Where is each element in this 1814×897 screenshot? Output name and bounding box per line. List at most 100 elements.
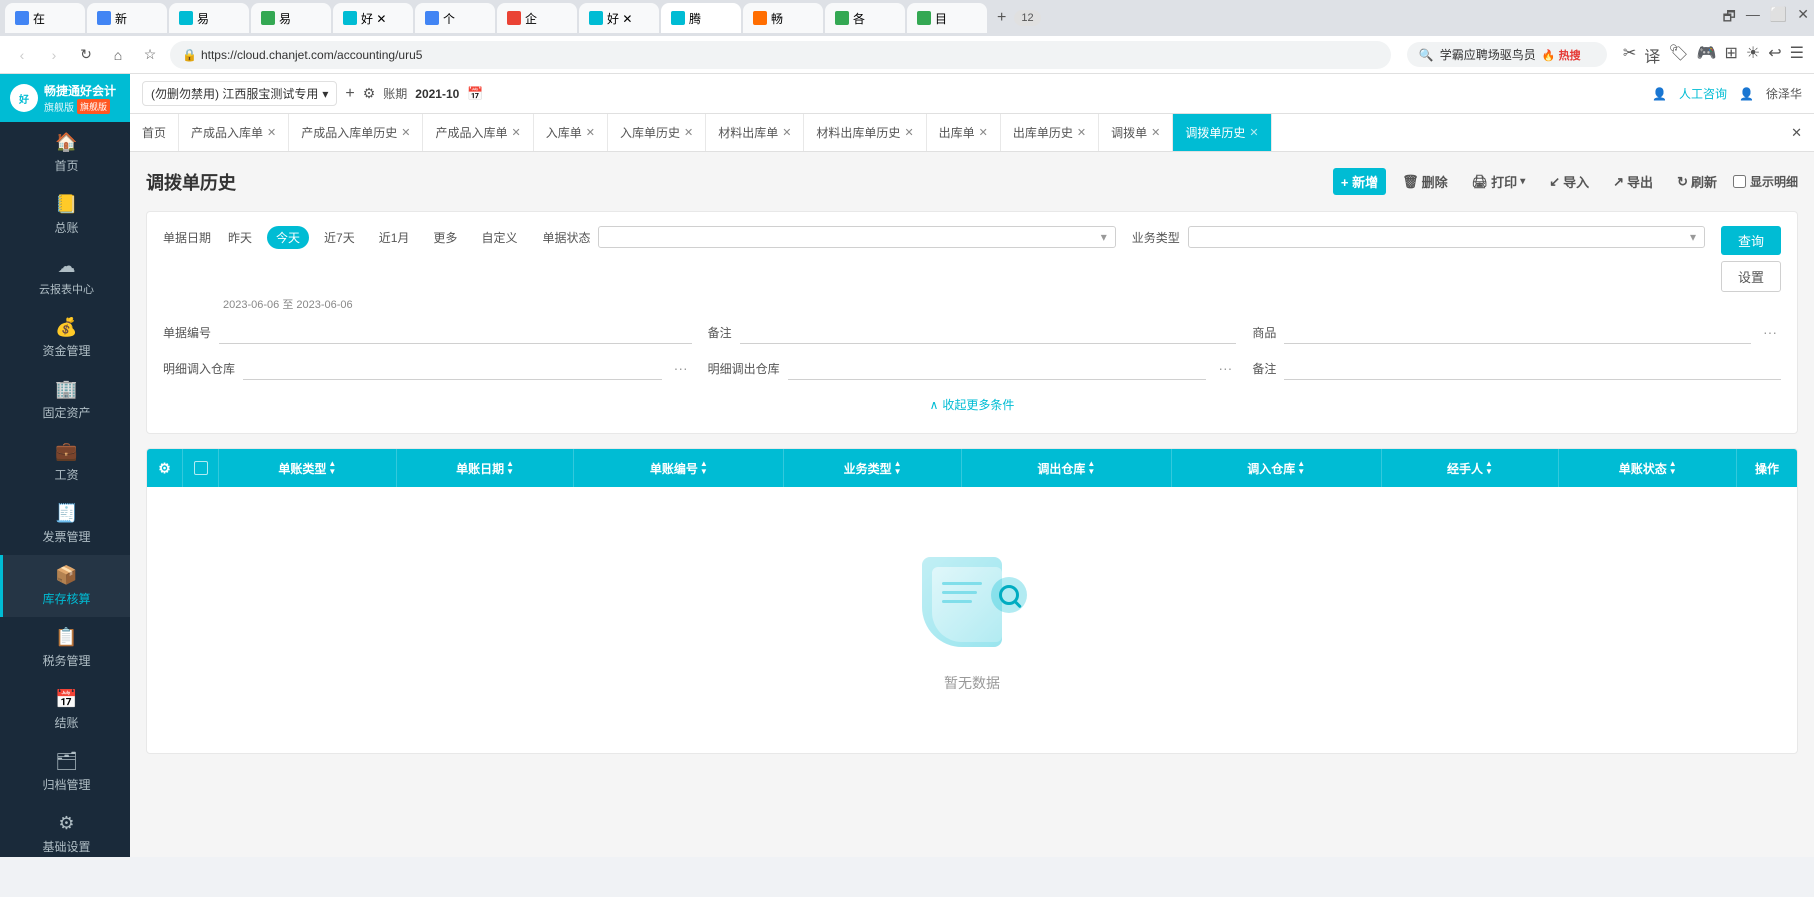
page-tab-mat-out-hist[interactable]: 材料出库单历史 ✕ — [804, 114, 926, 152]
game-icon[interactable]: 🎮 — [1697, 43, 1717, 67]
date-btn-more[interactable]: 更多 — [424, 226, 466, 249]
address-bar[interactable]: 🔒 https://cloud.chanjet.com/accounting/u… — [170, 41, 1391, 69]
browser-tab-2[interactable]: 新 — [87, 3, 167, 33]
scissors-icon[interactable]: ✂ — [1623, 43, 1636, 67]
th-date[interactable]: 单账日期 ▲▼ — [397, 449, 575, 487]
page-tab-mat-out[interactable]: 材料出库单 ✕ — [706, 114, 804, 152]
new-tab-button[interactable]: + — [997, 9, 1006, 27]
page-tab-in-order-hist[interactable]: 入库单历史 ✕ — [608, 114, 706, 152]
refresh-nav-button[interactable]: ↻ — [74, 43, 98, 67]
page-tab-product-in2[interactable]: 产成品入库单 ✕ — [423, 114, 533, 152]
home-nav-button[interactable]: ⌂ — [106, 43, 130, 67]
browser-tab-12[interactable]: 目 — [907, 3, 987, 33]
sidebar-item-closing[interactable]: 📅 结账 — [0, 679, 130, 741]
sidebar-item-assets[interactable]: 🏢 固定资产 — [0, 369, 130, 431]
browser-tab-4[interactable]: 易 — [251, 3, 331, 33]
docno-input[interactable] — [219, 320, 692, 344]
browser-tab-6[interactable]: 个 — [415, 3, 495, 33]
date-btn-today[interactable]: 今天 — [267, 226, 309, 249]
display-toggle[interactable]: 显示明细 — [1733, 173, 1798, 190]
query-button[interactable]: 查询 — [1721, 226, 1781, 255]
close-product-in-tab[interactable]: ✕ — [267, 126, 276, 139]
brightness-icon[interactable]: ☀ — [1746, 43, 1760, 67]
page-tab-home[interactable]: 首页 — [130, 114, 179, 152]
th-settings[interactable]: ⚙ — [147, 449, 183, 487]
star-button[interactable]: ☆ — [138, 43, 162, 67]
company-settings-icon[interactable]: ⚙ — [363, 85, 376, 102]
page-tab-product-in-hist[interactable]: 产成品入库单历史 ✕ — [289, 114, 423, 152]
close-transfer-tab[interactable]: ✕ — [1151, 126, 1160, 139]
support-text[interactable]: 人工咨询 — [1679, 85, 1727, 102]
goods-input[interactable] — [1284, 320, 1751, 344]
close-product-in-hist-tab[interactable]: ✕ — [401, 126, 410, 139]
date-btn-7days[interactable]: 近7天 — [315, 226, 364, 249]
sidebar-item-settings[interactable]: ⚙ 基础设置 — [0, 803, 130, 857]
restore-button[interactable]: 🗗 — [1723, 6, 1736, 30]
close-mat-out-hist-tab[interactable]: ✕ — [904, 126, 913, 139]
from-wh-input[interactable] — [243, 356, 662, 380]
forward-button[interactable]: › — [42, 43, 66, 67]
th-status[interactable]: 单账状态 ▲▼ — [1559, 449, 1737, 487]
translate-icon[interactable]: 译 — [1644, 43, 1660, 67]
new-button[interactable]: + 新增 — [1333, 168, 1386, 195]
browser-tab-7[interactable]: 企 — [497, 3, 577, 33]
collapse-button[interactable]: ∧ 收起更多条件 — [924, 390, 1021, 419]
page-tab-product-in[interactable]: 产成品入库单 ✕ — [179, 114, 289, 152]
sidebar-item-report[interactable]: ☁ 云报表中心 — [0, 246, 130, 307]
minimize-button[interactable]: — — [1746, 6, 1760, 30]
undo-icon[interactable]: ↩ — [1768, 43, 1781, 67]
th-from-wh[interactable]: 调出仓库 ▲▼ — [962, 449, 1172, 487]
maximize-button[interactable]: ⬜ — [1770, 6, 1787, 30]
goods-dots-button[interactable]: ··· — [1759, 324, 1781, 340]
th-number[interactable]: 单账编号 ▲▼ — [574, 449, 784, 487]
close-in-order-hist-tab[interactable]: ✕ — [684, 126, 693, 139]
to-wh-dots-button[interactable]: ··· — [1214, 360, 1236, 376]
tab-nav-close[interactable]: ✕ — [1779, 125, 1814, 141]
sidebar-item-home[interactable]: 🏠 首页 — [0, 122, 130, 184]
date-btn-1month[interactable]: 近1月 — [370, 226, 419, 249]
sidebar-item-archive[interactable]: 🗂 归档管理 — [0, 741, 130, 803]
refresh-button[interactable]: ↻ 刷新 — [1669, 168, 1725, 195]
th-handler[interactable]: 经手人 ▲▼ — [1382, 449, 1560, 487]
import-button[interactable]: ↙ 导入 — [1541, 168, 1597, 195]
calendar-icon[interactable]: 📅 — [467, 86, 483, 102]
display-toggle-checkbox[interactable] — [1733, 175, 1746, 188]
browser-tab-5[interactable]: 好 ✕ — [333, 3, 413, 33]
biztype-dropdown[interactable]: ▾ — [1188, 226, 1705, 248]
delete-button[interactable]: 🗑 删除 — [1394, 168, 1456, 195]
sidebar-item-ledger[interactable]: 📒 总账 — [0, 184, 130, 246]
settings-button[interactable]: 设置 — [1721, 261, 1781, 292]
browser-tab-8[interactable]: 好 ✕ — [579, 3, 659, 33]
browser-tab-1[interactable]: 在 — [5, 3, 85, 33]
company-selector[interactable]: (勿删勿禁用) 江西服宝测试专用 ▾ — [142, 81, 337, 106]
browser-tab-9[interactable]: 腾 — [661, 3, 741, 33]
browser-tab-11[interactable]: 各 — [825, 3, 905, 33]
close-product-in2-tab[interactable]: ✕ — [512, 126, 521, 139]
sidebar-item-invoice[interactable]: 🧾 发票管理 — [0, 493, 130, 555]
th-to-wh[interactable]: 调入仓库 ▲▼ — [1172, 449, 1382, 487]
page-tab-in-order[interactable]: 入库单 ✕ — [534, 114, 608, 152]
sidebar-item-stock[interactable]: 📦 库存核算 — [0, 555, 130, 617]
close-in-order-tab[interactable]: ✕ — [586, 126, 595, 139]
remark2-input[interactable] — [1284, 356, 1781, 380]
page-tab-out-order[interactable]: 出库单 ✕ — [927, 114, 1001, 152]
menu-icon[interactable]: ☰ — [1790, 43, 1804, 67]
th-biztype[interactable]: 业务类型 ▲▼ — [784, 449, 962, 487]
browser-tab-10[interactable]: 畅 — [743, 3, 823, 33]
status-dropdown[interactable]: ▾ — [598, 226, 1115, 248]
browser-tab-3[interactable]: 易 — [169, 3, 249, 33]
add-company-button[interactable]: + — [345, 85, 354, 103]
th-type[interactable]: 单账类型 ▲▼ — [219, 449, 397, 487]
sidebar-item-funds[interactable]: 💰 资金管理 — [0, 307, 130, 369]
date-btn-yesterday[interactable]: 昨天 — [219, 226, 261, 249]
th-checkbox[interactable] — [183, 449, 219, 487]
close-mat-out-tab[interactable]: ✕ — [782, 126, 791, 139]
from-wh-dots-button[interactable]: ··· — [670, 360, 692, 376]
coupon-icon[interactable]: 🏷 — [1668, 43, 1688, 67]
page-tab-transfer-hist[interactable]: 调拨单历史 ✕ — [1173, 114, 1271, 152]
page-tab-out-order-hist[interactable]: 出库单历史 ✕ — [1001, 114, 1099, 152]
close-transfer-hist-tab[interactable]: ✕ — [1249, 126, 1258, 139]
close-out-order-hist-tab[interactable]: ✕ — [1077, 126, 1086, 139]
page-tab-transfer[interactable]: 调拨单 ✕ — [1099, 114, 1173, 152]
sidebar-item-tax[interactable]: 📋 税务管理 — [0, 617, 130, 679]
